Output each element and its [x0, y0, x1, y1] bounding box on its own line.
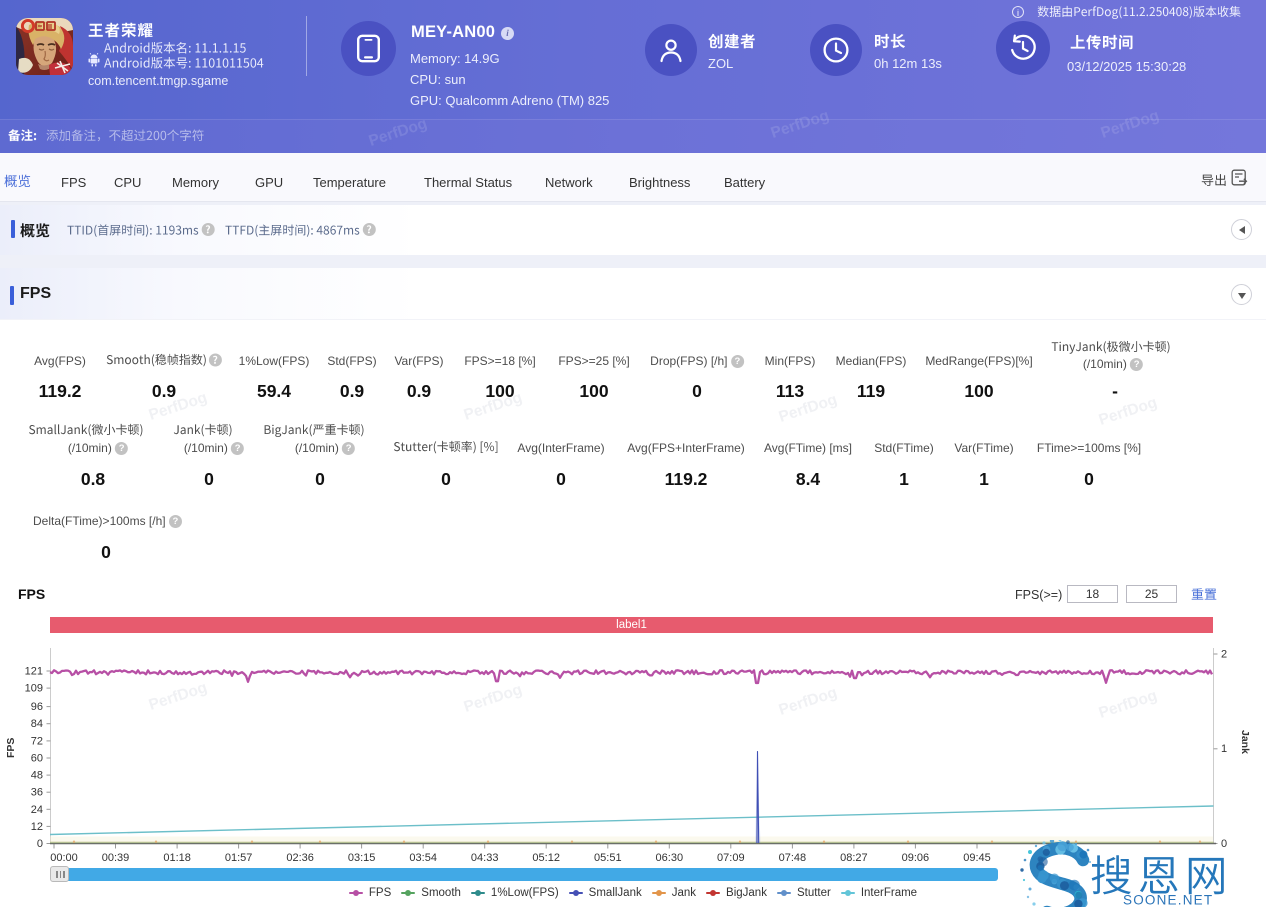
svg-text:FPS: FPS: [5, 738, 17, 758]
svg-text:72: 72: [31, 735, 43, 747]
svg-text:60: 60: [31, 753, 43, 765]
svg-text:09:45: 09:45: [963, 852, 991, 864]
svg-text:121: 121: [25, 666, 43, 678]
svg-text:03:15: 03:15: [348, 852, 376, 864]
svg-text:05:51: 05:51: [594, 852, 622, 864]
svg-text:01:57: 01:57: [225, 852, 253, 864]
svg-text:09:06: 09:06: [902, 852, 930, 864]
svg-text:06:30: 06:30: [656, 852, 684, 864]
svg-text:03:54: 03:54: [409, 852, 437, 864]
svg-text:SOONE.NET: SOONE.NET: [1123, 893, 1213, 907]
svg-text:04:33: 04:33: [471, 852, 499, 864]
svg-text:08:27: 08:27: [840, 852, 868, 864]
svg-text:36: 36: [31, 787, 43, 799]
svg-text:109: 109: [25, 683, 43, 695]
svg-text:Jank: Jank: [1239, 730, 1251, 754]
svg-text:48: 48: [31, 770, 43, 782]
svg-text:02:36: 02:36: [286, 852, 314, 864]
svg-text:00:39: 00:39: [102, 852, 130, 864]
svg-text:2: 2: [1221, 649, 1227, 661]
svg-text:07:09: 07:09: [717, 852, 745, 864]
svg-text:0: 0: [37, 838, 43, 850]
svg-text:01:18: 01:18: [163, 852, 191, 864]
svg-text:07:48: 07:48: [779, 852, 807, 864]
svg-text:96: 96: [31, 701, 43, 713]
svg-text:84: 84: [31, 718, 43, 730]
svg-text:24: 24: [31, 804, 43, 816]
svg-text:00:00: 00:00: [50, 852, 78, 864]
svg-text:05:12: 05:12: [532, 852, 560, 864]
svg-text:1: 1: [1221, 743, 1227, 755]
svg-text:12: 12: [31, 821, 43, 833]
